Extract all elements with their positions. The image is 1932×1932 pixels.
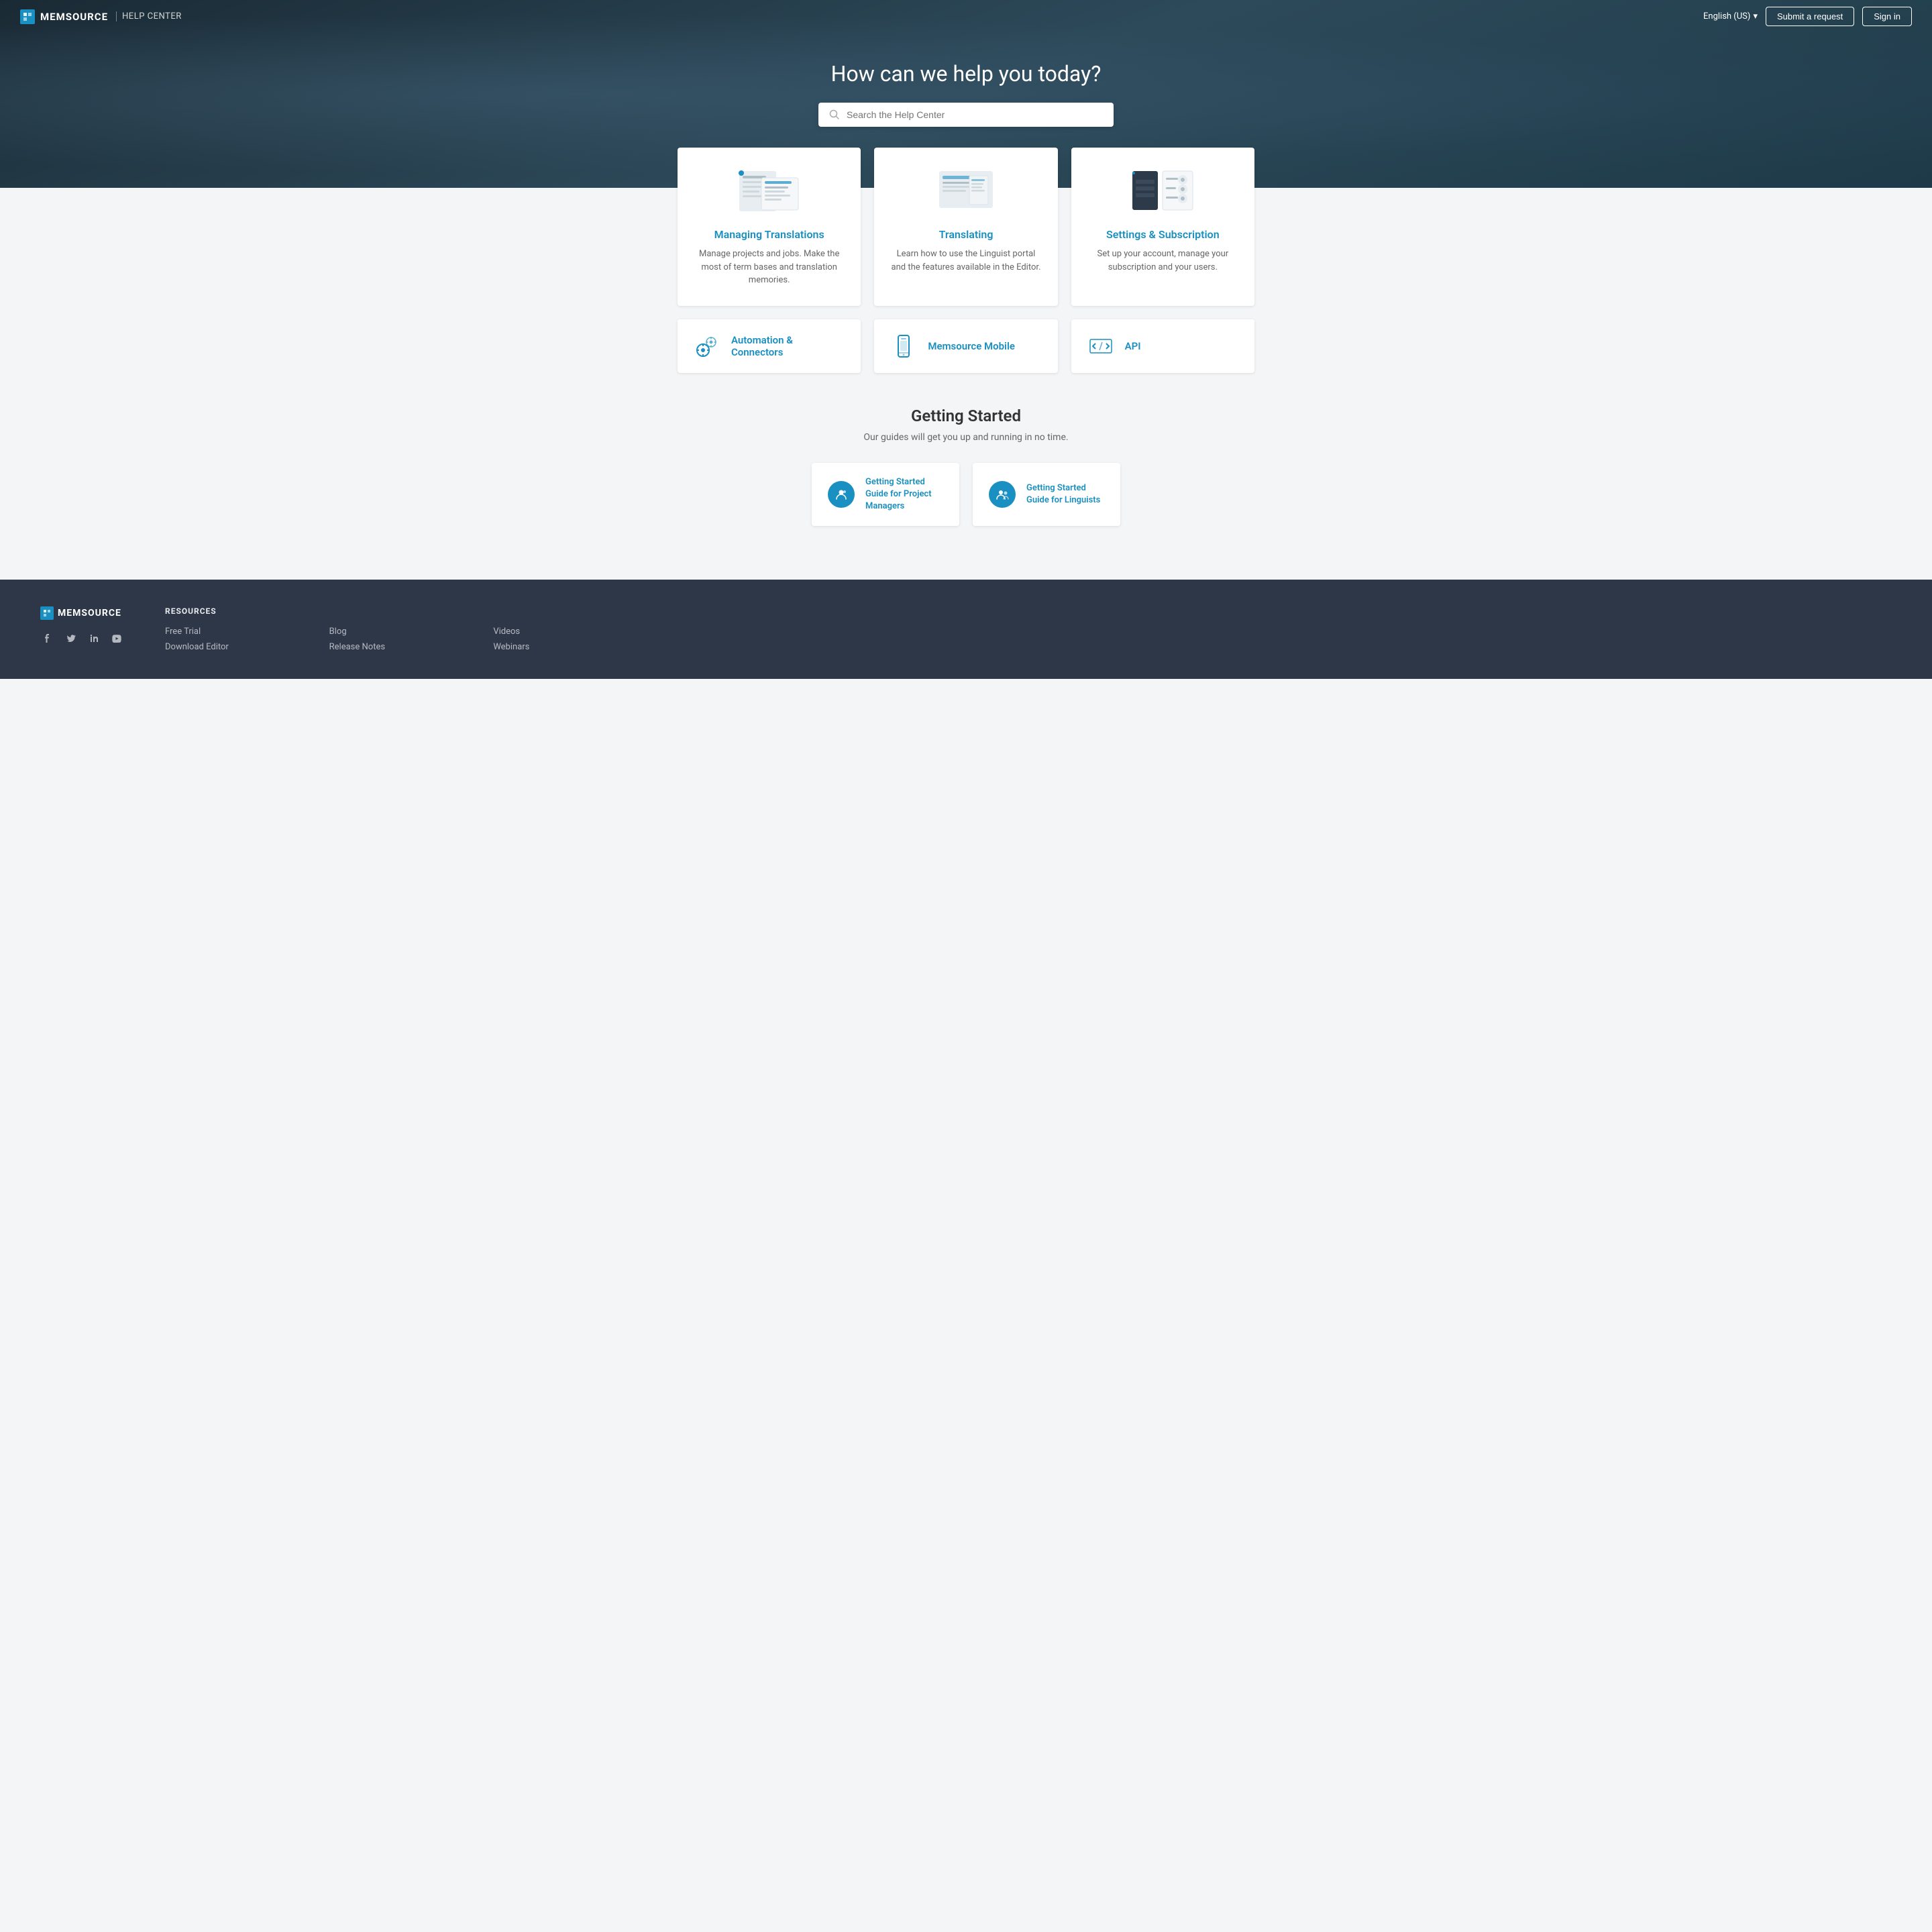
getting-started-title: Getting Started [678, 407, 1254, 425]
logo-area: MEMSOURCE HELP CENTER [20, 9, 182, 24]
guide-linguists-card[interactable]: Getting Started Guide for Linguists [973, 463, 1120, 527]
logo-text: MEMSOURCE [40, 11, 108, 23]
managing-translations-title: Managing Translations [694, 228, 845, 241]
managing-translations-illustration [736, 168, 803, 215]
chevron-down-icon: ▾ [1753, 11, 1758, 21]
footer-link-videos[interactable]: Videos [493, 627, 644, 637]
footer-link-webinars[interactable]: Webinars [493, 642, 644, 652]
api-icon [1087, 333, 1114, 360]
search-icon [829, 109, 840, 120]
search-bar [818, 103, 1114, 127]
footer-link-blog[interactable]: Blog [329, 627, 480, 637]
header-right: English (US) ▾ Submit a request Sign in [1703, 7, 1912, 26]
footer-resources: RESOURCES Free Trial Blog Videos Downloa… [165, 606, 644, 652]
hero-title: How can we help you today? [818, 61, 1114, 87]
footer-brand: MEMSOURCE [40, 606, 125, 652]
footer-link-free-trial[interactable]: Free Trial [165, 627, 316, 637]
managing-translations-desc: Manage projects and jobs. Make the most … [694, 248, 845, 287]
category-cards-row2: Automation & Connectors Memsource Mobile [678, 319, 1254, 373]
logo-icon [20, 9, 35, 24]
category-cards-row1: Managing Translations Manage projects an… [678, 148, 1254, 306]
api-title: API [1125, 340, 1141, 352]
card-memsource-mobile[interactable]: Memsource Mobile [874, 319, 1057, 373]
hero-content: How can we help you today? [818, 61, 1114, 127]
header: MEMSOURCE HELP CENTER English (US) ▾ Sub… [0, 0, 1932, 33]
footer-link-download-editor[interactable]: Download Editor [165, 642, 316, 652]
linkedin-icon[interactable] [86, 631, 102, 647]
getting-started-section: Getting Started Our guides will get you … [678, 407, 1254, 527]
automation-connectors-title: Automation & Connectors [731, 334, 845, 358]
automation-icon [694, 333, 720, 360]
footer-logo: MEMSOURCE [40, 606, 125, 620]
main-content: Managing Translations Manage projects an… [664, 148, 1268, 526]
twitter-icon[interactable] [63, 631, 79, 647]
card-automation-connectors[interactable]: Automation & Connectors [678, 319, 861, 373]
settings-illustration [1129, 168, 1196, 215]
lang-label: English (US) [1703, 11, 1750, 21]
footer-inner: MEMSOURCE [40, 606, 644, 652]
card-api[interactable]: API [1071, 319, 1254, 373]
translating-title: Translating [890, 228, 1041, 241]
help-center-label: HELP CENTER [116, 11, 182, 21]
card-managing-translations[interactable]: Managing Translations Manage projects an… [678, 148, 861, 306]
guide-project-managers-title: Getting Started Guide for Project Manage… [865, 476, 943, 513]
settings-desc: Set up your account, manage your subscri… [1087, 248, 1238, 274]
linguists-icon [989, 481, 1016, 508]
settings-title: Settings & Subscription [1087, 228, 1238, 241]
facebook-icon[interactable] [40, 631, 56, 647]
getting-started-cards: Getting Started Guide for Project Manage… [678, 463, 1254, 527]
social-icons [40, 631, 125, 647]
footer-resources-title: RESOURCES [165, 606, 644, 616]
footer-link-release-notes[interactable]: Release Notes [329, 642, 480, 652]
project-managers-icon [828, 481, 855, 508]
footer-logo-icon [40, 606, 54, 620]
submit-request-button[interactable]: Submit a request [1766, 7, 1854, 26]
footer: MEMSOURCE [0, 580, 1932, 679]
card-translating[interactable]: Translating Learn how to use the Linguis… [874, 148, 1057, 306]
footer-logo-text: MEMSOURCE [58, 608, 121, 619]
guide-project-managers-card[interactable]: Getting Started Guide for Project Manage… [812, 463, 959, 527]
language-selector[interactable]: English (US) ▾ [1703, 11, 1758, 21]
sign-in-button[interactable]: Sign in [1862, 7, 1912, 26]
footer-links: Free Trial Blog Videos Download Editor R… [165, 627, 644, 652]
guide-linguists-title: Getting Started Guide for Linguists [1026, 482, 1104, 506]
search-input[interactable] [847, 109, 1103, 120]
getting-started-subtitle: Our guides will get you up and running i… [678, 432, 1254, 443]
translating-illustration [932, 168, 1000, 215]
translating-desc: Learn how to use the Linguist portal and… [890, 248, 1041, 274]
memsource-mobile-title: Memsource Mobile [928, 340, 1015, 352]
mobile-icon [890, 333, 917, 360]
card-settings-subscription[interactable]: Settings & Subscription Set up your acco… [1071, 148, 1254, 306]
youtube-icon[interactable] [109, 631, 125, 647]
